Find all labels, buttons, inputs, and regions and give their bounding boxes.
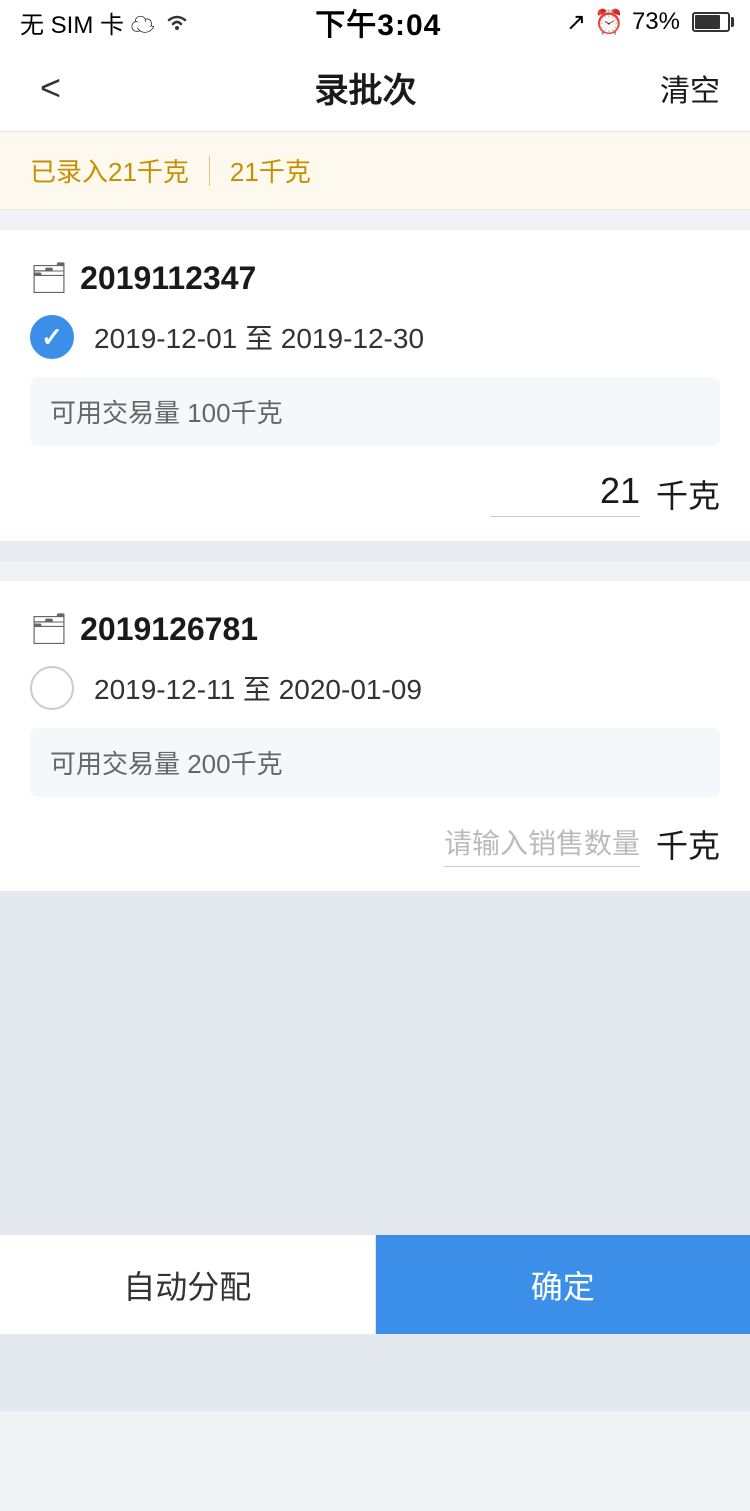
batch-2-avail: 可用交易量 200千克	[30, 728, 720, 797]
page-title: 录批次	[315, 63, 417, 112]
batch-2-header: 🗂 2019126781	[30, 611, 720, 648]
batch-2-date: 2019-12-11 至 2020-01-09	[94, 668, 422, 708]
recorded-amount: 已录入21千克	[30, 152, 189, 189]
batch-2-quantity-placeholder: 请输入销售数量	[444, 828, 640, 859]
batch-2-quantity-row: 请输入销售数量 千克	[0, 797, 750, 891]
banner-divider	[209, 156, 210, 186]
batch-1-radio[interactable]	[30, 315, 74, 359]
batch-1-date: 2019-12-01 至 2019-12-30	[94, 317, 424, 357]
alarm-icon: ⏰	[594, 8, 624, 37]
batch-1-unit: 千克	[656, 471, 720, 517]
status-time: 下午3:04	[315, 0, 441, 44]
battery-percent: 73%	[632, 8, 680, 36]
batch-2-icon: 🗂	[30, 612, 68, 647]
clear-button[interactable]: 清空	[660, 66, 720, 110]
batch-1-quantity-underline[interactable]: 21	[490, 470, 640, 517]
section-divider	[0, 541, 750, 561]
batch-1-avail: 可用交易量 100千克	[30, 377, 720, 446]
status-left: 无 SIM 卡 ☁	[20, 5, 191, 40]
location-icon: ↗	[566, 8, 586, 37]
batch-card-1: 🗂 2019112347 2019-12-01 至 2019-12-30 可用交…	[0, 230, 750, 446]
auto-distribute-button[interactable]: 自动分配	[0, 1235, 376, 1334]
nav-bar: < 录批次 清空	[0, 44, 750, 132]
bottom-bar: 自动分配 确定	[0, 1234, 750, 1334]
battery-icon	[692, 12, 730, 32]
status-right: ↗ ⏰ 73%	[566, 8, 730, 37]
batch-1-quantity-value: 21	[600, 470, 640, 511]
batch-2-radio[interactable]	[30, 666, 74, 710]
batch-card-2: 🗂 2019126781 2019-12-11 至 2020-01-09 可用交…	[0, 581, 750, 797]
info-banner: 已录入21千克 21千克	[0, 132, 750, 210]
wifi-icon	[163, 12, 191, 32]
status-bar: 无 SIM 卡 ☁ 下午3:04 ↗ ⏰ 73%	[0, 0, 750, 44]
sim-status: 无 SIM 卡 ☁	[20, 5, 155, 40]
batch-2-unit: 千克	[656, 821, 720, 867]
batch-1-header: 🗂 2019112347	[30, 260, 720, 297]
batch-2-quantity-underline[interactable]: 请输入销售数量	[444, 822, 640, 867]
batch-1-select-row: 2019-12-01 至 2019-12-30	[30, 315, 720, 359]
batch-1-icon: 🗂	[30, 261, 68, 296]
back-button[interactable]: <	[30, 57, 71, 119]
batch-2-select-row: 2019-12-11 至 2020-01-09	[30, 666, 720, 710]
confirm-button[interactable]: 确定	[376, 1235, 750, 1334]
batch-1-id: 2019112347	[80, 260, 256, 297]
total-amount: 21千克	[230, 152, 311, 189]
batch-2-id: 2019126781	[80, 611, 258, 648]
batch-1-quantity-row: 21 千克	[0, 446, 750, 541]
